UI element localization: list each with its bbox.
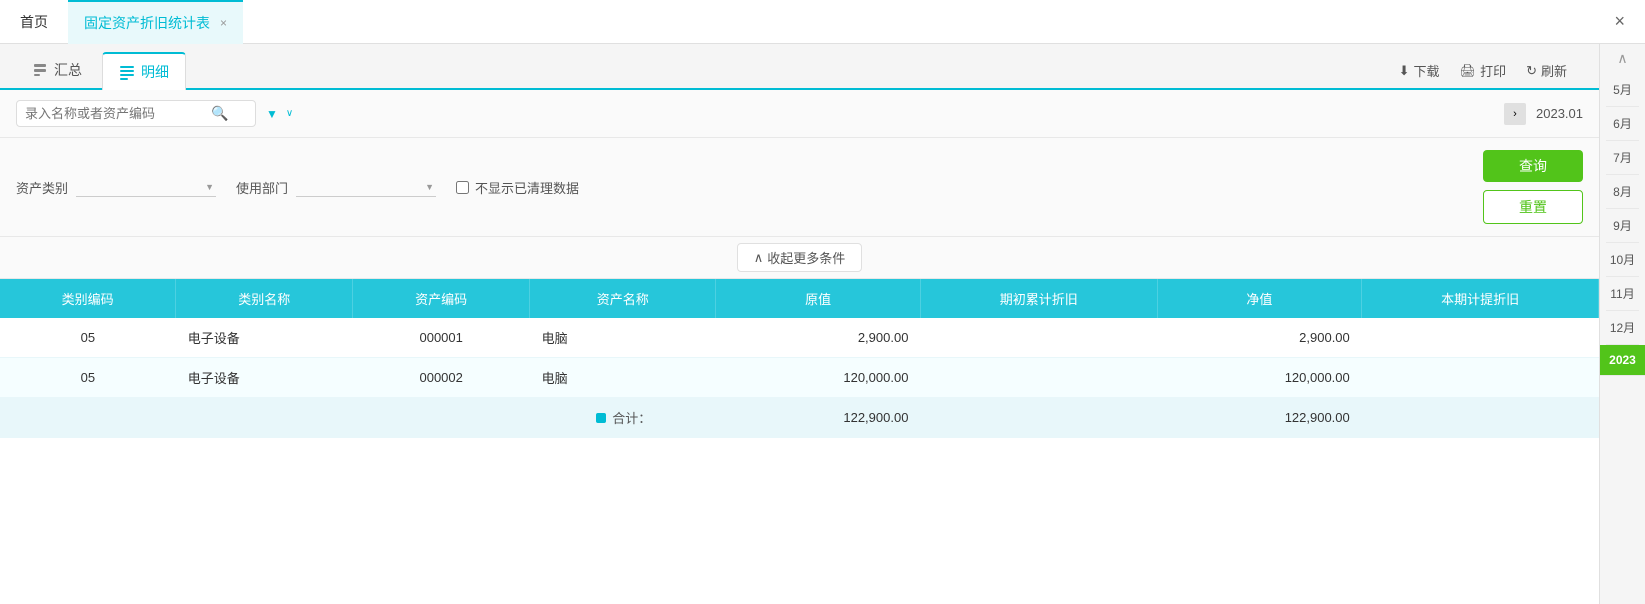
asset-category-field: 资产类别 xyxy=(16,177,216,197)
month-item[interactable]: 10月 xyxy=(1606,243,1639,277)
col-original-value: 原值 xyxy=(716,279,921,318)
refresh-label: 刷新 xyxy=(1541,61,1567,80)
advanced-filter: 资产类别 使用部门 不显示已清理数据 xyxy=(0,138,1599,237)
collapse-up-icon: ∧ xyxy=(754,250,764,266)
month-item[interactable]: 5月 xyxy=(1606,73,1639,107)
col-current-depreciation: 本期计提折旧 xyxy=(1362,279,1599,318)
table-row: 05电子设备000002电脑120,000.00120,000.00 xyxy=(0,358,1599,398)
table-header-row: 类别编码 类别名称 资产编码 资产名称 原值 期初累计折旧 净值 本期计提折旧 xyxy=(0,279,1599,318)
active-tab-label: 固定资产折旧统计表 xyxy=(84,13,210,33)
main-content: 汇总 明细 ⬇ 下载 🖨 打印 ↻ 刷新 xyxy=(0,44,1645,604)
download-button[interactable]: ⬇ 下载 xyxy=(1399,61,1440,80)
department-select-wrap xyxy=(296,177,436,197)
tab-summary[interactable]: 汇总 xyxy=(16,52,98,88)
month-item[interactable]: 9月 xyxy=(1606,209,1639,243)
date-value: 2023.01 xyxy=(1536,106,1583,121)
toolbar-right: ⬇ 下载 🖨 打印 ↻ 刷新 xyxy=(1399,61,1583,88)
collapse-bar: ∧ 收起更多条件 xyxy=(0,237,1599,279)
left-panel: 汇总 明细 ⬇ 下载 🖨 打印 ↻ 刷新 xyxy=(0,44,1599,604)
month-item[interactable]: 8月 xyxy=(1606,175,1639,209)
query-button[interactable]: 查询 xyxy=(1483,150,1583,182)
refresh-button[interactable]: ↻ 刷新 xyxy=(1526,61,1567,80)
col-net-value: 净值 xyxy=(1157,279,1362,318)
download-icon: ⬇ xyxy=(1399,63,1410,79)
action-buttons: 查询 重置 xyxy=(1483,150,1583,224)
month-item[interactable]: 7月 xyxy=(1606,141,1639,175)
month-item[interactable]: 11月 xyxy=(1606,277,1639,311)
month-item[interactable]: 6月 xyxy=(1606,107,1639,141)
search-input[interactable] xyxy=(25,106,205,121)
summary-icon xyxy=(32,62,48,78)
department-select[interactable] xyxy=(296,177,436,197)
asset-category-select[interactable] xyxy=(76,177,216,197)
home-tab[interactable]: 首页 xyxy=(0,0,68,44)
filter-bar: 🔍 ▼ ∨ › 2023.01 xyxy=(0,90,1599,138)
search-icon[interactable]: 🔍 xyxy=(211,105,228,122)
department-field: 使用部门 xyxy=(236,177,436,197)
table-row: 05电子设备000001电脑2,900.002,900.00 xyxy=(0,318,1599,358)
col-asset-name: 资产名称 xyxy=(530,279,716,318)
print-icon: 🖨 xyxy=(1460,63,1477,79)
col-accumulated-depreciation: 期初累计折旧 xyxy=(920,279,1157,318)
right-panel: ∧ 5月6月7月8月9月10月11月12月 2023 xyxy=(1599,44,1645,604)
data-table: 类别编码 类别名称 资产编码 资产名称 原值 期初累计折旧 净值 本期计提折旧 … xyxy=(0,279,1599,438)
search-input-wrap: 🔍 xyxy=(16,100,256,127)
col-category-code: 类别编码 xyxy=(0,279,176,318)
detail-icon xyxy=(119,64,135,80)
collapse-button[interactable]: ∧ 收起更多条件 xyxy=(737,243,863,272)
no-cleared-data-checkbox[interactable] xyxy=(456,181,469,194)
date-nav-right-arrow[interactable]: › xyxy=(1504,103,1526,125)
no-cleared-data-label: 不显示已清理数据 xyxy=(475,178,579,197)
more-conditions-button[interactable]: ▼ ∨ xyxy=(266,107,293,121)
table-wrap: 类别编码 类别名称 资产编码 资产名称 原值 期初累计折旧 净值 本期计提折旧 … xyxy=(0,279,1599,604)
download-label: 下载 xyxy=(1414,61,1440,80)
top-bar: 首页 固定资产折旧统计表 × × xyxy=(0,0,1645,44)
tab-detail[interactable]: 明细 xyxy=(102,52,186,90)
refresh-icon: ↻ xyxy=(1526,63,1537,79)
print-button[interactable]: 🖨 打印 xyxy=(1460,61,1507,80)
no-cleared-data-wrap: 不显示已清理数据 xyxy=(456,178,579,197)
year-badge[interactable]: 2023 xyxy=(1600,345,1645,376)
tab-bar: 汇总 明细 ⬇ 下载 🖨 打印 ↻ 刷新 xyxy=(0,44,1599,90)
reset-button[interactable]: 重置 xyxy=(1483,190,1583,224)
col-category-name: 类别名称 xyxy=(176,279,353,318)
print-label: 打印 xyxy=(1480,61,1506,80)
close-window-button[interactable]: × xyxy=(1594,11,1645,32)
close-tab-icon[interactable]: × xyxy=(220,16,227,30)
department-label: 使用部门 xyxy=(236,178,288,197)
scroll-up-button[interactable]: ∧ xyxy=(1600,44,1645,73)
month-item[interactable]: 12月 xyxy=(1606,311,1639,345)
collapse-label: 收起更多条件 xyxy=(767,248,845,267)
active-tab[interactable]: 固定资产折旧统计表 × xyxy=(68,0,243,44)
col-asset-code: 资产编码 xyxy=(353,279,530,318)
filter-icon: ▼ xyxy=(266,107,278,121)
asset-category-select-wrap xyxy=(76,177,216,197)
tab-summary-label: 汇总 xyxy=(54,60,82,80)
chevron-down-icon: ∨ xyxy=(286,108,293,119)
total-row: 合计：122,900.00122,900.00 xyxy=(0,398,1599,438)
asset-category-label: 资产类别 xyxy=(16,178,68,197)
tab-detail-label: 明细 xyxy=(141,62,169,82)
